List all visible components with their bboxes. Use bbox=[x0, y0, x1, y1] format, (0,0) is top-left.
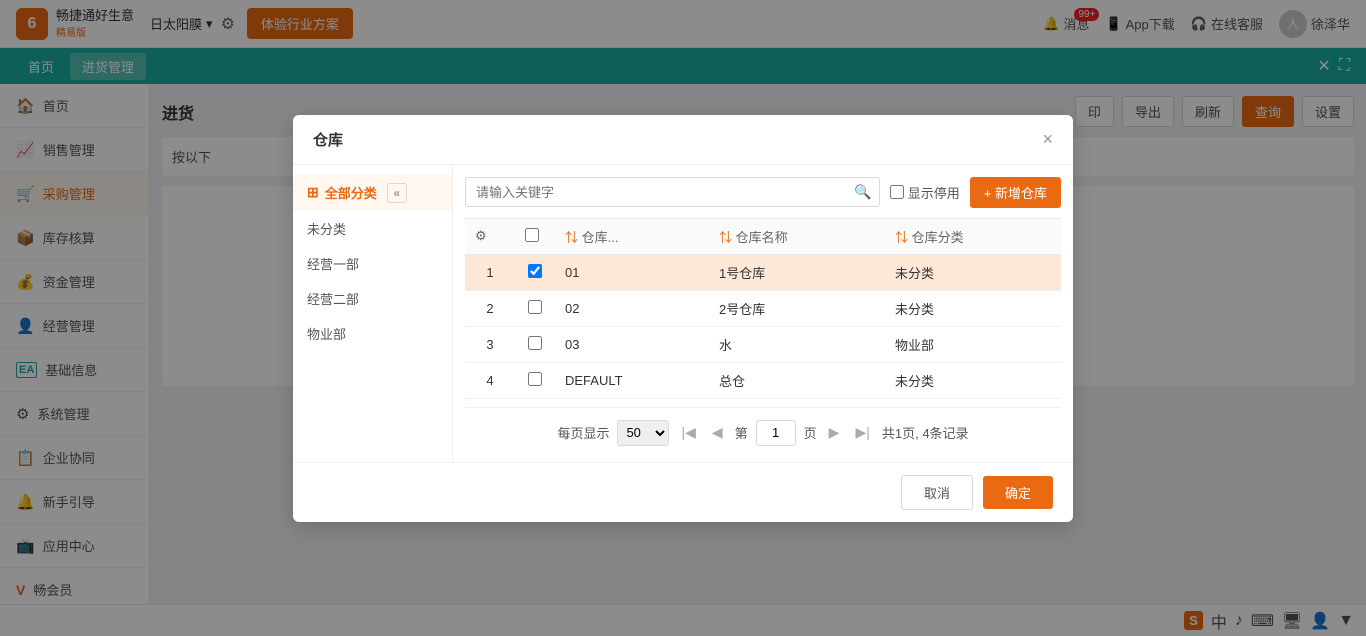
row-check[interactable] bbox=[515, 326, 555, 362]
row-code: 01 bbox=[555, 254, 709, 290]
category-dept1[interactable]: 经营一部 bbox=[293, 246, 452, 281]
next-page-button[interactable]: ▶ bbox=[825, 422, 844, 443]
row-name: 水 bbox=[709, 326, 885, 362]
confirm-button[interactable]: 确定 bbox=[983, 476, 1053, 509]
table-row[interactable]: 1 01 1号仓库 未分类 bbox=[465, 254, 1061, 290]
modal-footer: 取消 确定 bbox=[293, 462, 1073, 522]
modal-overlay[interactable]: 仓库 × ⊞ 全部分类 « 未分类 经营一部 经营二部 bbox=[0, 0, 1366, 636]
table-head: ⚙ ⇅ 仓库... ⇅ bbox=[465, 218, 1061, 254]
category-dept2[interactable]: 经营二部 bbox=[293, 281, 452, 316]
warehouse-table: ⚙ ⇅ 仓库... ⇅ bbox=[465, 218, 1061, 399]
modal-close-button[interactable]: × bbox=[1042, 130, 1053, 148]
sort-icon3: ⇅ bbox=[895, 230, 908, 245]
category-property[interactable]: 物业部 bbox=[293, 316, 452, 351]
table-row[interactable]: 3 03 水 物业部 bbox=[465, 326, 1061, 362]
select-all-checkbox[interactable] bbox=[525, 228, 539, 242]
row-check[interactable] bbox=[515, 290, 555, 326]
show-disabled-label: 显示停用 bbox=[890, 183, 960, 202]
collapse-button[interactable]: « bbox=[387, 183, 407, 203]
row-category: 未分类 bbox=[885, 362, 1061, 398]
sort-icon2: ⇅ bbox=[719, 230, 732, 245]
show-disabled-checkbox[interactable] bbox=[890, 185, 904, 199]
row-category: 未分类 bbox=[885, 254, 1061, 290]
table-row[interactable]: 2 02 2号仓库 未分类 bbox=[465, 290, 1061, 326]
table-scroll: ⚙ ⇅ 仓库... ⇅ bbox=[465, 218, 1061, 399]
category-all[interactable]: ⊞ 全部分类 « bbox=[293, 175, 452, 211]
th-check bbox=[515, 218, 555, 254]
warehouse-modal: 仓库 × ⊞ 全部分类 « 未分类 经营一部 经营二部 bbox=[293, 115, 1073, 522]
row-check[interactable] bbox=[515, 362, 555, 398]
th-gear: ⚙ bbox=[465, 218, 515, 254]
prev-page-button[interactable]: ◀ bbox=[708, 422, 727, 443]
category-sidebar: ⊞ 全部分类 « 未分类 经营一部 经营二部 物业部 bbox=[293, 165, 453, 462]
search-input[interactable] bbox=[465, 177, 880, 207]
row-num: 1 bbox=[465, 254, 515, 290]
th-name: ⇅ 仓库名称 bbox=[709, 218, 885, 254]
row-category: 物业部 bbox=[885, 326, 1061, 362]
modal-header: 仓库 × bbox=[293, 115, 1073, 165]
category-unclassified[interactable]: 未分类 bbox=[293, 211, 452, 246]
row-num: 2 bbox=[465, 290, 515, 326]
table-area: 🔍 显示停用 + 新增仓库 ⚙ bbox=[453, 165, 1073, 462]
page-size-select[interactable]: 501020100 bbox=[617, 420, 669, 446]
row-check[interactable] bbox=[515, 254, 555, 290]
th-category: ⇅ 仓库分类 bbox=[885, 218, 1061, 254]
total-info: 共1页, 4条记录 bbox=[882, 423, 969, 442]
row-category: 未分类 bbox=[885, 290, 1061, 326]
first-page-button[interactable]: |◀ bbox=[677, 422, 699, 443]
row-code: 03 bbox=[555, 326, 709, 362]
search-icon[interactable]: 🔍 bbox=[854, 184, 871, 201]
search-wrap: 🔍 bbox=[465, 177, 880, 207]
modal-title: 仓库 bbox=[313, 129, 343, 150]
table-toolbar: 🔍 显示停用 + 新增仓库 bbox=[465, 177, 1061, 208]
row-name: 2号仓库 bbox=[709, 290, 885, 326]
last-page-button[interactable]: ▶| bbox=[851, 422, 873, 443]
row-name: 总仓 bbox=[709, 362, 885, 398]
add-warehouse-button[interactable]: + 新增仓库 bbox=[970, 177, 1061, 208]
page-number-input[interactable] bbox=[756, 420, 796, 446]
gear-icon: ⚙ bbox=[475, 228, 487, 243]
row-code: DEFAULT bbox=[555, 362, 709, 398]
grid-icon: ⊞ bbox=[307, 184, 319, 201]
sort-icon: ⇅ bbox=[565, 230, 578, 245]
table-body: 1 01 1号仓库 未分类 2 02 2号仓库 未分类 3 03 水 物业部 4… bbox=[465, 254, 1061, 398]
row-code: 02 bbox=[555, 290, 709, 326]
pagination: 每页显示 501020100 |◀ ◀ 第 页 ▶ ▶| 共1页, 4条记录 bbox=[465, 407, 1061, 450]
row-name: 1号仓库 bbox=[709, 254, 885, 290]
cancel-button[interactable]: 取消 bbox=[901, 475, 973, 510]
row-num: 4 bbox=[465, 362, 515, 398]
th-code: ⇅ 仓库... bbox=[555, 218, 709, 254]
table-row[interactable]: 4 DEFAULT 总仓 未分类 bbox=[465, 362, 1061, 398]
modal-body: ⊞ 全部分类 « 未分类 经营一部 经营二部 物业部 bbox=[293, 165, 1073, 462]
row-num: 3 bbox=[465, 326, 515, 362]
